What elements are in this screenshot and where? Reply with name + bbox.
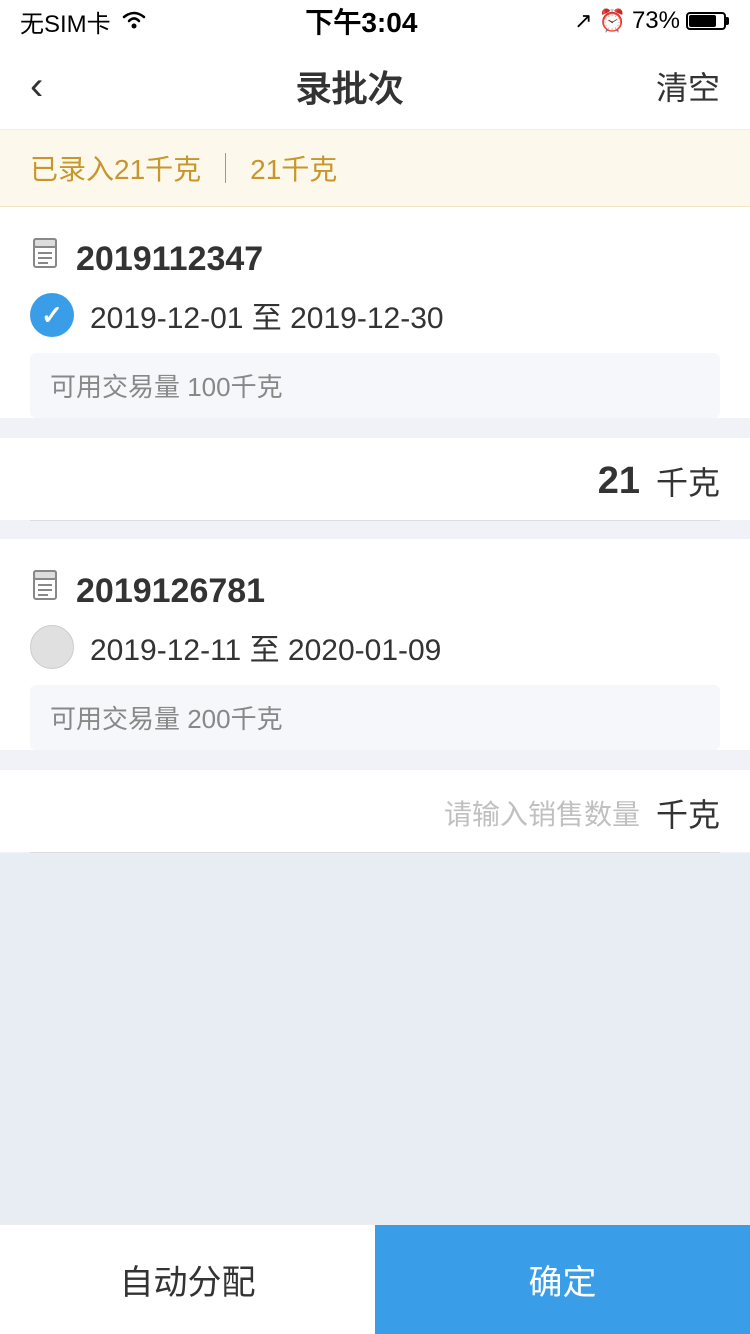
qty-row-2: 请输入销售数量 千克 [0,770,750,852]
status-left: 无SIM卡 [20,4,149,39]
batch-doc-icon-1 [30,237,66,281]
bottom-bar: 自动分配 确定 [0,1224,750,1334]
page-title: 录批次 [296,60,404,112]
batch-number-2: 2019126781 [76,572,265,611]
available-qty-1: 可用交易量 100千克 [30,353,720,418]
clear-button[interactable]: 清空 [656,63,720,109]
batch-header-1: 2019112347 [30,237,720,281]
back-button[interactable]: ‹ [30,66,43,106]
batch-number-1: 2019112347 [76,240,263,279]
available-qty-2: 可用交易量 200千克 [30,685,720,750]
auto-distribute-button[interactable]: 自动分配 [0,1225,375,1334]
battery-icon [686,10,730,32]
location-icon: ↗ [574,8,592,34]
batch-date-1: 2019-12-01 至 2019-12-30 [90,293,444,337]
no-sim-text: 无SIM卡 [20,4,111,39]
qty-row-1: 21 千克 [0,438,750,520]
qty-unit-1: 千克 [656,458,720,504]
qty-unit-2: 千克 [656,790,720,836]
alarm-icon: ⏰ [599,8,626,34]
batch-doc-icon-2 [30,569,66,613]
total-amount: 21千克 [250,148,337,188]
section-divider [0,521,750,539]
batch-header-2: 2019126781 [30,569,720,613]
status-banner: 已录入21千克 21千克 [0,130,750,207]
radio-unchecked-2[interactable] [30,625,74,669]
status-time: 下午3:04 [305,1,417,41]
radio-checked-1[interactable]: ✓ [30,293,74,337]
batch-date-row-2[interactable]: 2019-12-11 至 2020-01-09 [30,625,720,669]
status-bar: 无SIM卡 下午3:04 ↗ ⏰ 73% [0,0,750,42]
battery-percent: 73% [632,7,680,35]
batch-date-row-1[interactable]: ✓ 2019-12-01 至 2019-12-30 [30,293,720,337]
banner-divider [225,153,226,183]
qty-value-1[interactable]: 21 [598,460,640,503]
checkmark-1: ✓ [41,300,63,331]
wifi-icon [119,7,149,36]
batch-item-1: 2019112347 ✓ 2019-12-01 至 2019-12-30 可用交… [0,207,750,418]
status-right: ↗ ⏰ 73% [574,7,730,35]
qty-placeholder-2[interactable]: 请输入销售数量 [444,793,640,833]
batch-date-2: 2019-12-11 至 2020-01-09 [90,625,441,669]
recorded-amount: 已录入21千克 [30,148,201,188]
batch-item-2: 2019126781 2019-12-11 至 2020-01-09 可用交易量… [0,539,750,750]
confirm-button[interactable]: 确定 [375,1225,750,1334]
nav-bar: ‹ 录批次 清空 [0,42,750,130]
